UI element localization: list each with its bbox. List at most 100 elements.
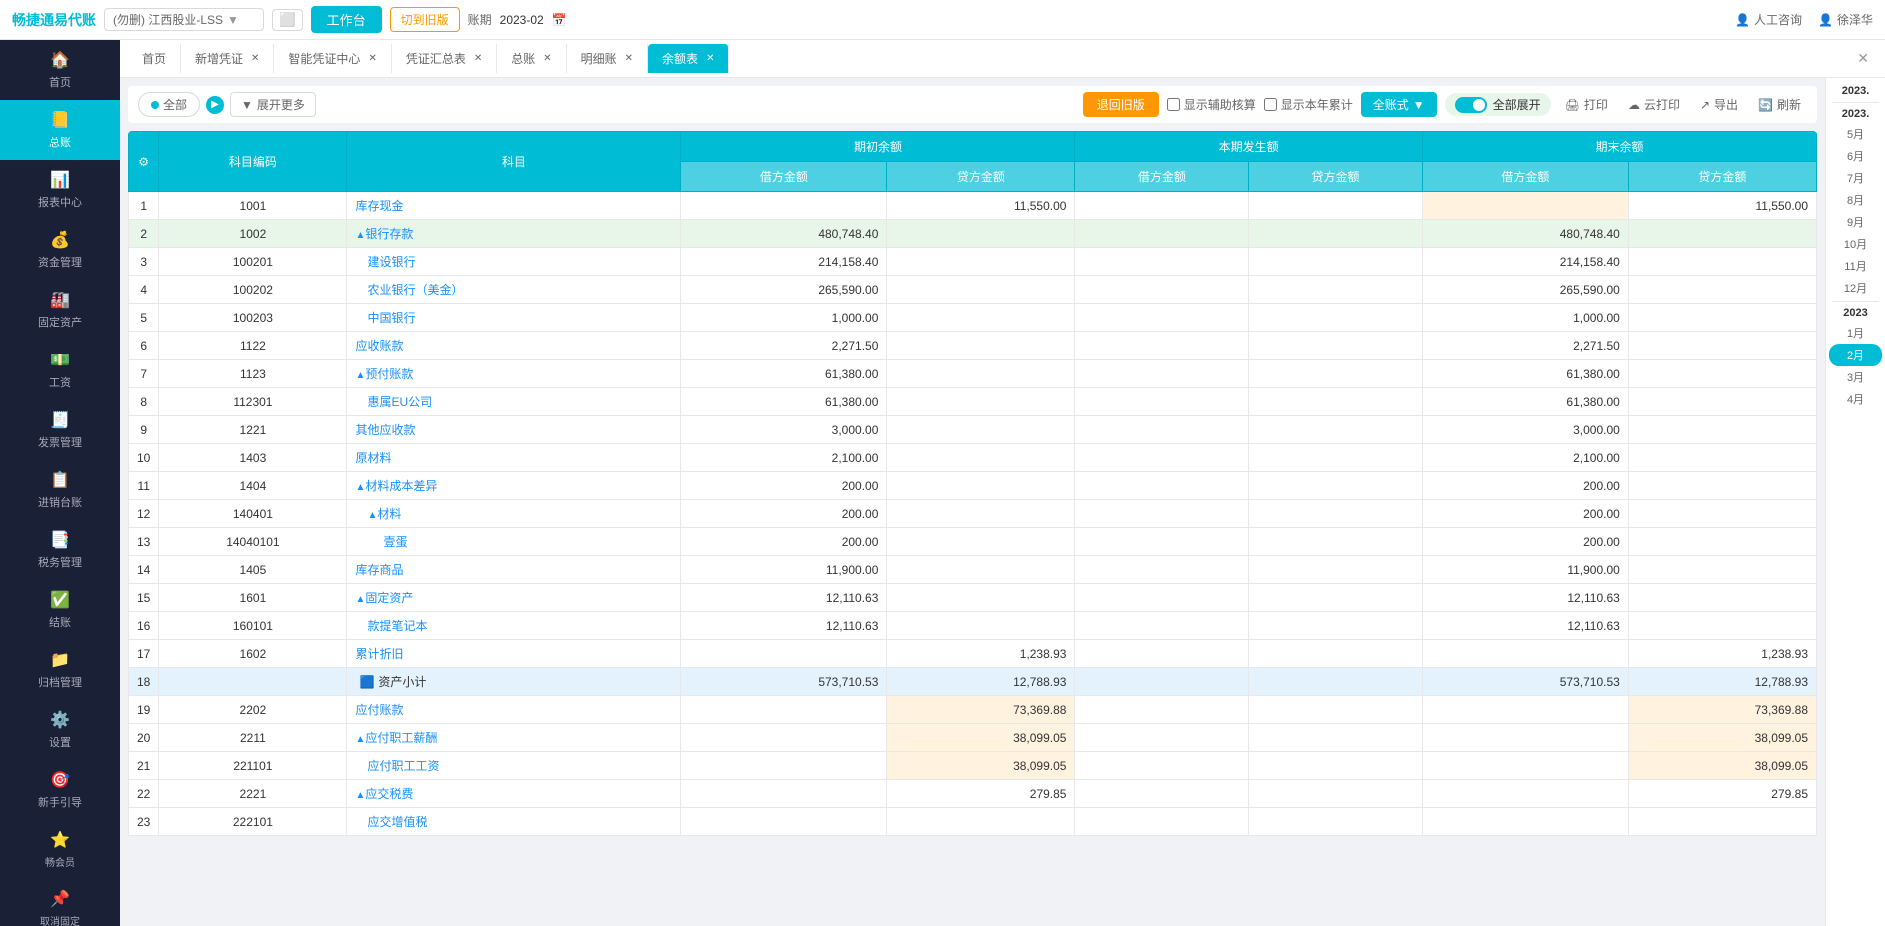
collapse-icon[interactable]: ▲ [355, 594, 365, 605]
collapse-icon[interactable]: ▲ [355, 482, 365, 493]
row-name-link[interactable]: 银行存款 [365, 227, 413, 241]
row-name-link[interactable]: 库存商品 [355, 563, 403, 577]
sidebar-item-guide[interactable]: 🎯 新手引导 [0, 760, 120, 820]
row-name-link[interactable]: 材料成本差异 [365, 479, 437, 493]
filter-expand-arrow[interactable]: ▶ [206, 96, 224, 114]
collapse-icon[interactable]: ▲ [355, 370, 365, 381]
row-name-link[interactable]: 材料 [377, 507, 401, 521]
row-name-link[interactable]: 壹蛋 [383, 535, 407, 549]
return-old-version-button[interactable]: 退回旧版 [1083, 92, 1159, 117]
row-number: 10 [129, 444, 159, 472]
row-name-link[interactable]: 应交税费 [365, 787, 413, 801]
tab-smart-voucher-close[interactable]: ✕ [368, 53, 376, 64]
user-name-label: 徐泽华 [1837, 11, 1873, 28]
expand-all-toggle[interactable]: 全部展开 [1445, 93, 1551, 116]
timeline-month-2[interactable]: 2月 [1829, 344, 1882, 366]
sidebar-item-archive[interactable]: 📁 归档管理 [0, 640, 120, 700]
tab-voucher-summary-close[interactable]: ✕ [474, 53, 482, 64]
format-button[interactable]: 全账式 ▼ [1361, 92, 1437, 117]
timeline-month-10[interactable]: 10月 [1829, 233, 1882, 255]
settings-icon: ⚙️ [50, 710, 70, 730]
sidebar-item-ledger[interactable]: 📒 总账 [0, 100, 120, 160]
filter-button[interactable]: 全部 [138, 92, 200, 117]
tab-balance-close[interactable]: ✕ [706, 53, 714, 64]
collapse-icon[interactable]: ▲ [355, 790, 365, 801]
tab-balance[interactable]: 余额表 ✕ [648, 44, 729, 73]
sidebar-item-funds[interactable]: 💰 资金管理 [0, 220, 120, 280]
row-number: 8 [129, 388, 159, 416]
export-button[interactable]: ↗ 导出 [1694, 93, 1744, 116]
row-name-link[interactable]: 农业银行（美金） [367, 283, 463, 297]
tab-new-voucher[interactable]: 新增凭证 ✕ [181, 44, 274, 73]
refresh-button[interactable]: 🔄 刷新 [1752, 93, 1807, 116]
copy-button[interactable]: ⬜ [272, 9, 303, 31]
row-name-link[interactable]: 应交增值税 [367, 815, 427, 829]
row-name-link[interactable]: 固定资产 [365, 591, 413, 605]
sidebar-item-invoice[interactable]: 🧾 发票管理 [0, 400, 120, 460]
timeline-month-8[interactable]: 8月 [1829, 189, 1882, 211]
sidebar-item-home[interactable]: 🏠 首页 [0, 40, 120, 100]
timeline-month-7[interactable]: 7月 [1829, 167, 1882, 189]
row-number: 12 [129, 500, 159, 528]
row-name-link[interactable]: 原材料 [355, 451, 391, 465]
tab-close-all[interactable]: ✕ [1849, 50, 1877, 67]
sidebar-item-assets[interactable]: 🏭 固定资产 [0, 280, 120, 340]
timeline-month-3[interactable]: 3月 [1829, 366, 1882, 388]
row-name-link[interactable]: 应付职工工资 [367, 759, 439, 773]
tab-detail-ledger[interactable]: 明细账 ✕ [567, 44, 648, 73]
switch-version-button[interactable]: 切到旧版 [390, 7, 460, 32]
calendar-icon[interactable]: 📅 [552, 13, 567, 27]
timeline-month-11[interactable]: 11月 [1829, 255, 1882, 277]
tab-ledger-close[interactable]: ✕ [543, 53, 551, 64]
data-table-wrapper[interactable]: ⚙ 科目编码 科目 期初余额 本期发生额 期末余额 借方金额 贷方金额 [128, 131, 1817, 918]
workbench-button[interactable]: 工作台 [311, 6, 382, 33]
user-menu[interactable]: 👤 徐泽华 [1818, 11, 1873, 28]
row-name-link[interactable]: 累计折旧 [355, 647, 403, 661]
tab-smart-voucher[interactable]: 智能凭证中心 ✕ [274, 44, 391, 73]
company-selector[interactable]: (勿删) 江西股业-LSS ▼ [104, 8, 264, 31]
timeline-month-4[interactable]: 4月 [1829, 388, 1882, 410]
begin-balance-header: 期初余额 [681, 132, 1075, 162]
tab-new-voucher-close[interactable]: ✕ [251, 53, 259, 64]
print-button[interactable]: 🖨 打印 [1559, 93, 1614, 116]
sidebar-item-sales[interactable]: 📋 进销台账 [0, 460, 120, 520]
timeline-month-5[interactable]: 5月 [1829, 123, 1882, 145]
sidebar-item-settlement[interactable]: ✅ 结账 [0, 580, 120, 640]
timeline-month-1[interactable]: 1月 [1829, 322, 1882, 344]
yearly-checkbox-input[interactable] [1264, 98, 1277, 111]
sidebar-item-reports[interactable]: 📊 报表中心 [0, 160, 120, 220]
collapse-icon[interactable]: ▲ [355, 230, 365, 241]
row-name-link[interactable]: 预付账款 [365, 367, 413, 381]
row-name-link[interactable]: 款提笔记本 [367, 619, 427, 633]
row-name-link[interactable]: 建设银行 [367, 255, 415, 269]
sidebar-item-settings[interactable]: ⚙️ 设置 [0, 700, 120, 760]
row-name-link[interactable]: 应付职工薪酬 [365, 731, 437, 745]
row-name-link[interactable]: 库存现金 [355, 199, 403, 213]
sidebar-item-salary[interactable]: 💵 工资 [0, 340, 120, 400]
row-name-link[interactable]: 应付账款 [355, 703, 403, 717]
timeline-month-9[interactable]: 9月 [1829, 211, 1882, 233]
settings-header[interactable]: ⚙ [129, 132, 159, 192]
show-auxiliary-checkbox[interactable]: 显示辅助核算 [1167, 96, 1256, 113]
row-name-link[interactable]: 其他应收款 [355, 423, 415, 437]
timeline-month-12[interactable]: 12月 [1829, 277, 1882, 299]
cloud-print-button[interactable]: ☁ 云打印 [1622, 93, 1686, 116]
tab-ledger[interactable]: 总账 ✕ [497, 44, 566, 73]
auxiliary-checkbox-input[interactable] [1167, 98, 1180, 111]
timeline-month-6[interactable]: 6月 [1829, 145, 1882, 167]
expand-button[interactable]: ▼ 展开更多 [230, 92, 316, 117]
row-name-link[interactable]: 中国银行 [367, 311, 415, 325]
sidebar-item-tax[interactable]: 📑 税务管理 [0, 520, 120, 580]
tab-voucher-summary[interactable]: 凭证汇总表 ✕ [392, 44, 497, 73]
toggle-switch[interactable] [1455, 97, 1487, 113]
collapse-icon[interactable]: ▲ [355, 734, 365, 745]
tab-detail-ledger-close[interactable]: ✕ [625, 53, 633, 64]
sidebar-item-unpin[interactable]: 📌 取消固定 [0, 879, 120, 926]
collapse-icon[interactable]: ▲ [367, 510, 377, 521]
service-button[interactable]: 👤 人工咨询 [1735, 11, 1802, 28]
row-name-link[interactable]: 应收账款 [355, 339, 403, 353]
sidebar-item-member[interactable]: ⭐ 畅会员 [0, 820, 120, 879]
tab-home[interactable]: 首页 [128, 44, 181, 73]
show-yearly-checkbox[interactable]: 显示本年累计 [1264, 96, 1353, 113]
row-name-link[interactable]: 惠属EU公司 [367, 395, 432, 409]
